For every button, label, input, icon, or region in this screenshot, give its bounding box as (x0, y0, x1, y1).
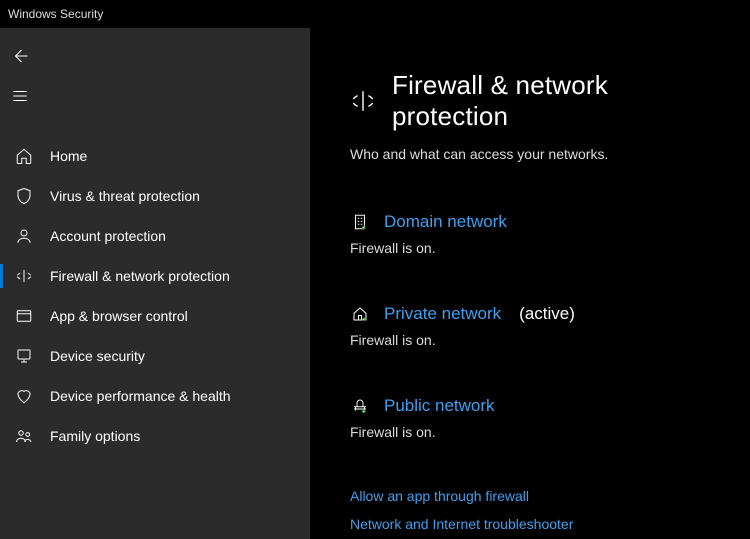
family-icon (14, 426, 34, 446)
sidebar-item-label: Device security (50, 348, 145, 364)
troubleshooter-link[interactable]: Network and Internet troubleshooter (350, 516, 710, 532)
private-network-link[interactable]: Private network (384, 304, 501, 324)
sidebar-item-home[interactable]: Home (0, 136, 310, 176)
sidebar-item-account[interactable]: Account protection (0, 216, 310, 256)
hamburger-icon (11, 87, 29, 110)
bottom-links: Allow an app through firewall Network an… (350, 488, 710, 532)
public-network-status: Firewall is on. (350, 424, 710, 440)
device-icon (14, 346, 34, 366)
private-network-suffix: (active) (519, 304, 575, 324)
building-icon (350, 212, 370, 232)
private-network-status: Firewall is on. (350, 332, 710, 348)
sidebar-item-label: App & browser control (50, 308, 188, 324)
titlebar: Windows Security (0, 0, 750, 28)
sidebar-item-label: Family options (50, 428, 140, 444)
domain-network-section: Domain network Firewall is on. (350, 212, 710, 256)
page-header: Firewall & network protection (350, 70, 710, 132)
domain-network-status: Firewall is on. (350, 240, 710, 256)
main-content: Firewall & network protection Who and wh… (310, 28, 750, 539)
allow-app-link[interactable]: Allow an app through firewall (350, 488, 710, 504)
sidebar-item-label: Device performance & health (50, 388, 231, 404)
firewall-icon (350, 88, 376, 114)
page-title: Firewall & network protection (392, 70, 710, 132)
sidebar-item-app-browser[interactable]: App & browser control (0, 296, 310, 336)
public-network-section: Public network Firewall is on. (350, 396, 710, 440)
sidebar-item-device-security[interactable]: Device security (0, 336, 310, 376)
network-sections: Domain network Firewall is on. Private n… (350, 212, 710, 440)
sidebar-item-virus[interactable]: Virus & threat protection (0, 176, 310, 216)
sidebar-item-label: Account protection (50, 228, 166, 244)
firewall-icon (14, 266, 34, 286)
back-button[interactable] (0, 38, 40, 78)
sidebar-item-label: Firewall & network protection (50, 268, 230, 284)
heart-icon (14, 386, 34, 406)
back-arrow-icon (11, 47, 29, 70)
sidebar-item-firewall[interactable]: Firewall & network protection (0, 256, 310, 296)
sidebar-item-family[interactable]: Family options (0, 416, 310, 456)
sidebar-item-label: Virus & threat protection (50, 188, 200, 204)
shield-icon (14, 186, 34, 206)
domain-network-link[interactable]: Domain network (384, 212, 507, 232)
bench-icon (350, 396, 370, 416)
nav: Home Virus & threat protection Account p… (0, 136, 310, 456)
person-icon (14, 226, 34, 246)
public-network-link[interactable]: Public network (384, 396, 495, 416)
app-title: Windows Security (8, 7, 103, 21)
hamburger-button[interactable] (0, 78, 40, 118)
home-icon (14, 146, 34, 166)
sidebar-item-performance[interactable]: Device performance & health (0, 376, 310, 416)
sidebar: Home Virus & threat protection Account p… (0, 28, 310, 539)
private-network-section: Private network (active) Firewall is on. (350, 304, 710, 348)
window-icon (14, 306, 34, 326)
sidebar-item-label: Home (50, 148, 87, 164)
house-icon (350, 304, 370, 324)
page-subtitle: Who and what can access your networks. (350, 146, 710, 162)
